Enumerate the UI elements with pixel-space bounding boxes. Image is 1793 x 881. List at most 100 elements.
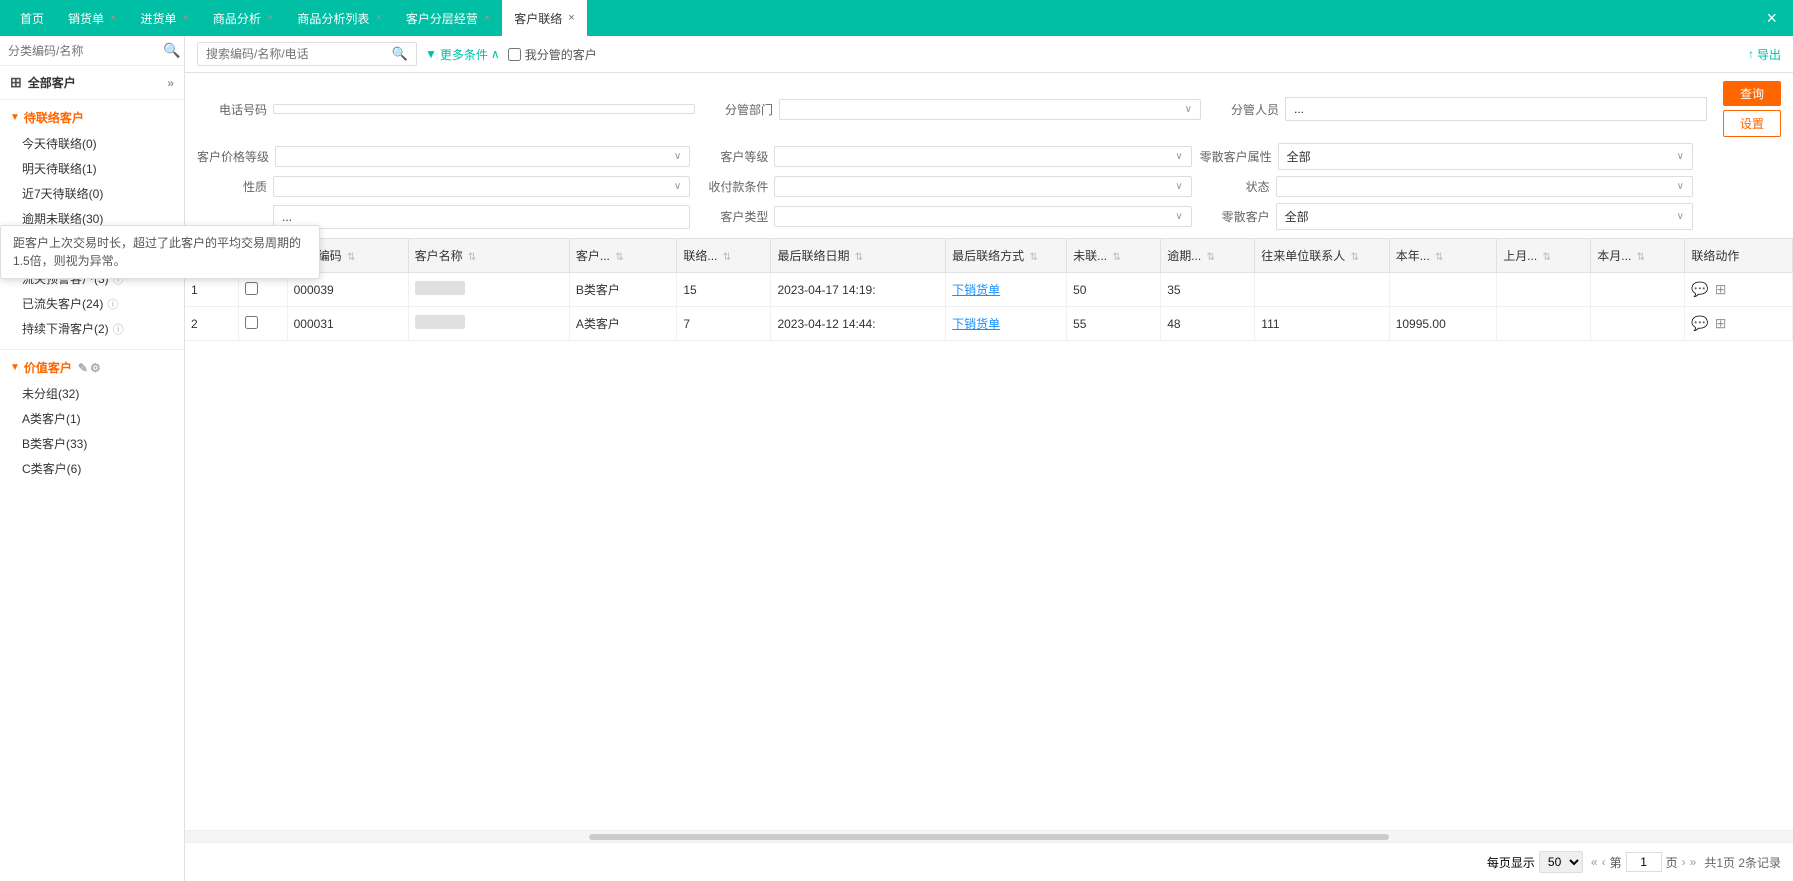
last-way-link[interactable]: 下销货单: [952, 317, 1000, 331]
col-header-last-month[interactable]: 上月... ⇅: [1497, 239, 1591, 273]
nav-home[interactable]: 首页: [8, 0, 56, 36]
collapse-icon[interactable]: »: [167, 76, 174, 90]
set-button[interactable]: 设置: [1723, 110, 1781, 137]
col-header-last-date[interactable]: 最后联络日期 ⇅: [771, 239, 946, 273]
customer-type-label: 客户类型: [698, 208, 768, 225]
nav-customer-contact[interactable]: 客户联络 ×: [502, 0, 586, 36]
col-header-overdue[interactable]: 逾期... ⇅: [1161, 239, 1255, 273]
nav-sales-order[interactable]: 销货单 ×: [56, 0, 128, 36]
sidebar-item-class-a[interactable]: A类客户(1): [0, 406, 184, 431]
last-page-button[interactable]: »: [1690, 855, 1697, 869]
sidebar-all-customers[interactable]: ⊞ 全部客户 »: [0, 66, 184, 100]
cell-check[interactable]: [239, 307, 287, 341]
customer-level-label: 客户等级: [698, 148, 768, 165]
next-page-button[interactable]: ›: [1682, 855, 1686, 869]
sidebar-item-7days-contact[interactable]: 近7天待联络(0): [0, 181, 184, 206]
settings-icon[interactable]: ⚙: [90, 361, 101, 375]
search-icon[interactable]: 🔍: [392, 46, 408, 62]
sidebar-item-tomorrow-contact[interactable]: 明天待联络(1): [0, 156, 184, 181]
person-input[interactable]: ...: [1285, 97, 1707, 121]
query-button[interactable]: 查询: [1723, 81, 1781, 106]
misc-input[interactable]: ...: [273, 205, 690, 229]
first-page-button[interactable]: «: [1591, 855, 1598, 869]
sidebar-item-ungrouped[interactable]: 未分组(32): [0, 381, 184, 406]
sidebar-search-input[interactable]: [8, 44, 163, 58]
filter-actions: 查询 设置: [1723, 81, 1781, 137]
sort-icon: ⇅: [1435, 252, 1443, 263]
chevron-down-icon: ∨: [1175, 151, 1182, 162]
top-navigation: 首页 销货单 × 进货单 × 商品分析 × 商品分析列表 × 客户分层经营 × …: [0, 0, 1793, 36]
customer-level-select[interactable]: ∨: [774, 146, 1191, 167]
status-select[interactable]: ∨: [1276, 176, 1693, 197]
last-way-link[interactable]: 下销货单: [952, 283, 1000, 297]
filter-icon: ▼: [425, 47, 437, 61]
cell-last-way[interactable]: 下销货单: [946, 307, 1067, 341]
cell-last-way[interactable]: 下销货单: [946, 273, 1067, 307]
close-icon[interactable]: ×: [484, 12, 490, 24]
close-icon[interactable]: ×: [182, 12, 188, 24]
close-icon[interactable]: ×: [375, 12, 381, 24]
col-header-prev-contact[interactable]: 往来单位联系人 ⇅: [1255, 239, 1389, 273]
col-header-year[interactable]: 本年... ⇅: [1389, 239, 1497, 273]
sidebar-value-group-header[interactable]: ▼ 价值客户 ✎ ⚙: [0, 354, 184, 381]
chevron-down-icon: ∨: [1677, 151, 1684, 162]
col-header-type[interactable]: 客户... ⇅: [569, 239, 677, 273]
filter-field-customer-type: 客户类型 ∨: [698, 206, 1191, 227]
row-checkbox[interactable]: [245, 316, 258, 329]
nav-purchase-order[interactable]: 进货单 ×: [128, 0, 200, 36]
customer-type-select[interactable]: ∨: [774, 206, 1191, 227]
window-close-button[interactable]: ×: [1758, 8, 1785, 29]
nature-select[interactable]: ∨: [273, 176, 690, 197]
retail-customer-select[interactable]: 全部 ∨: [1276, 203, 1693, 230]
person-label: 分管人员: [1209, 101, 1279, 118]
horizontal-scroll-bar[interactable]: [589, 834, 1389, 840]
col-header-last-way[interactable]: 最后联络方式 ⇅: [946, 239, 1067, 273]
filter-search-box: 🔍: [197, 42, 417, 66]
chevron-down-icon: ∨: [674, 151, 681, 162]
arrow-icon: ▼: [10, 362, 20, 373]
search-icon[interactable]: 🔍: [163, 42, 180, 59]
col-header-contact[interactable]: 联络... ⇅: [677, 239, 771, 273]
filter-my-customer[interactable]: 我分管的客户: [508, 46, 597, 63]
col-header-name[interactable]: 客户名称 ⇅: [408, 239, 569, 273]
retail-attr-select[interactable]: 全部 ∨: [1278, 143, 1693, 170]
nav-customer-tier[interactable]: 客户分层经营 ×: [394, 0, 502, 36]
sidebar-item-class-c[interactable]: C类客户(6): [0, 456, 184, 481]
grid-action-icon[interactable]: ⊞: [1715, 281, 1727, 298]
sidebar-group-pending-contact[interactable]: ▼ 待联络客户: [0, 104, 184, 131]
row-checkbox[interactable]: [245, 282, 258, 295]
info-icon[interactable]: ⓘ: [113, 321, 124, 337]
payment-select[interactable]: ∨: [774, 176, 1191, 197]
sidebar-item-churned[interactable]: 已流失客户(24) ⓘ: [0, 291, 184, 316]
per-page-select[interactable]: 50: [1539, 851, 1583, 873]
close-icon[interactable]: ×: [110, 12, 116, 24]
filter-search-input[interactable]: [206, 47, 392, 61]
chat-icon[interactable]: 💬: [1691, 315, 1708, 332]
sidebar-item-class-b[interactable]: B类客户(33): [0, 431, 184, 456]
edit-icon[interactable]: ✎: [78, 361, 88, 375]
phone-input[interactable]: [273, 104, 695, 114]
dept-select[interactable]: ∨: [779, 99, 1201, 120]
filter-field-customer-level: 客户等级 ∨: [698, 146, 1191, 167]
nav-product-analysis[interactable]: 商品分析 ×: [201, 0, 285, 36]
sidebar-item-today-contact[interactable]: 今天待联络(0): [0, 131, 184, 156]
price-level-select[interactable]: ∨: [275, 146, 690, 167]
grid-action-icon[interactable]: ⊞: [1715, 315, 1727, 332]
col-header-this-month[interactable]: 本月... ⇅: [1591, 239, 1685, 273]
chat-icon[interactable]: 💬: [1691, 281, 1708, 298]
page-input[interactable]: [1626, 852, 1662, 872]
close-icon[interactable]: ×: [267, 12, 273, 24]
sidebar-item-declining[interactable]: 持续下滑客户(2) ⓘ: [0, 316, 184, 341]
col-header-uncontact[interactable]: 未联... ⇅: [1067, 239, 1161, 273]
nav-product-analysis-list[interactable]: 商品分析列表 ×: [285, 0, 393, 36]
my-customer-checkbox[interactable]: [508, 48, 521, 61]
filter-more-conditions[interactable]: ▼ 更多条件 ∧: [425, 46, 500, 63]
filter-field-phone: 电话号码: [197, 101, 695, 118]
pagination-nav: « ‹ 第 页 › »: [1591, 852, 1696, 872]
info-icon[interactable]: ⓘ: [107, 296, 118, 312]
prev-page-button[interactable]: ‹: [1602, 855, 1606, 869]
horizontal-scroll-area[interactable]: [185, 830, 1793, 842]
filter-row-4: ... 客户类型 ∨ 零散客户 全部 ∨: [197, 203, 1781, 230]
export-button[interactable]: ↑ 导出: [1748, 46, 1781, 63]
close-icon[interactable]: ×: [568, 12, 574, 24]
